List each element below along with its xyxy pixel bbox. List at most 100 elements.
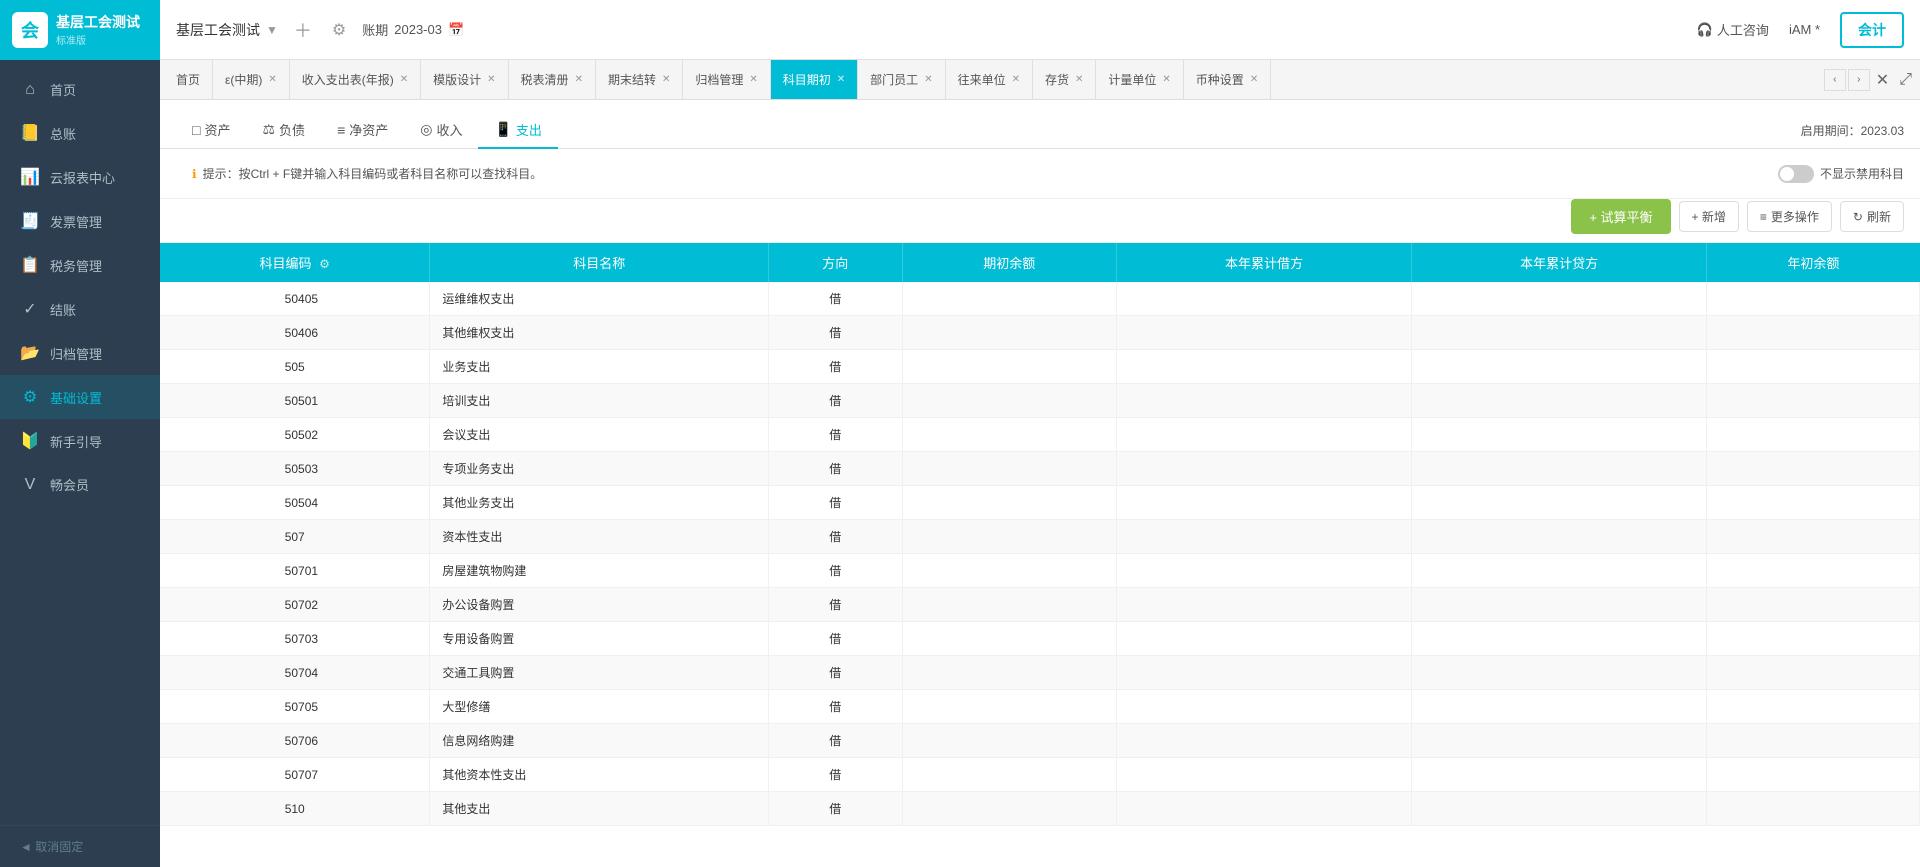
cell-year-bal-5 [1707, 452, 1920, 486]
col-settings-icon[interactable]: ⚙ [319, 257, 330, 271]
tab-close-currency[interactable]: ✕ [1250, 74, 1258, 85]
cell-name-11: 交通工具购置 [430, 656, 769, 690]
tab-units[interactable]: 往来单位✕ [946, 60, 1033, 100]
sidebar-item-guide[interactable]: 🔰新手引导 [0, 419, 160, 463]
table-row[interactable]: 50405 运维维权支出 借 [160, 282, 1920, 316]
cell-credit-5 [1412, 452, 1707, 486]
tab-dept[interactable]: 部门员工✕ [858, 60, 945, 100]
tab-close-template[interactable]: ✕ [487, 74, 495, 85]
refresh-icon: ↻ [1853, 210, 1863, 224]
tabs-next-button[interactable]: › [1848, 69, 1870, 91]
tabs-nav: ‹ › ✕ ⤢ [1820, 69, 1920, 91]
refresh-label: 刷新 [1867, 208, 1891, 225]
tab-close-archive[interactable]: ✕ [749, 74, 757, 85]
sidebar-item-tax[interactable]: 📋税务管理 [0, 243, 160, 287]
refresh-button[interactable]: ↻ 刷新 [1840, 201, 1904, 232]
period-value: 2023-03 [394, 22, 442, 37]
tabs-prev-button[interactable]: ‹ [1824, 69, 1846, 91]
help-button[interactable]: 🎧 人工咨询 [1697, 20, 1769, 39]
sidebar-item-ledger[interactable]: 📒总账 [0, 111, 160, 155]
cell-debit-8 [1116, 554, 1411, 588]
cell-credit-6 [1412, 486, 1707, 520]
tab-measure[interactable]: 计量单位✕ [1096, 60, 1183, 100]
sub-tab-label-liability: 负债 [279, 120, 305, 139]
tabs-expand-button[interactable]: ⤢ [1895, 71, 1916, 89]
add-button[interactable]: + 新增 [1679, 201, 1739, 232]
company-name: 基层工会测试 [176, 20, 260, 40]
topbar-add-icon[interactable]: ＋ [290, 13, 316, 47]
sub-tab-expense[interactable]: 📱支出 [478, 112, 557, 149]
table-row[interactable]: 50406 其他维权支出 借 [160, 316, 1920, 350]
sidebar-item-home[interactable]: ⌂首页 [0, 68, 160, 111]
cell-name-13: 信息网络购建 [430, 724, 769, 758]
table-row[interactable]: 50504 其他业务支出 借 [160, 486, 1920, 520]
tab-archive[interactable]: 归档管理✕ [683, 60, 770, 100]
table-row[interactable]: 50707 其他资本性支出 借 [160, 758, 1920, 792]
tab-close-dept[interactable]: ✕ [924, 74, 932, 85]
cell-debit-6 [1116, 486, 1411, 520]
sub-tab-income[interactable]: ◎收入 [404, 112, 478, 149]
table-row[interactable]: 50502 会议支出 借 [160, 418, 1920, 452]
nav-icon-archive: 📂 [20, 343, 40, 363]
topbar-settings-icon[interactable]: ⚙ [328, 16, 350, 44]
account-button[interactable]: 会计 [1840, 12, 1904, 48]
table-row[interactable]: 50501 培训支出 借 [160, 384, 1920, 418]
sidebar-item-member[interactable]: V畅会员 [0, 463, 160, 506]
calc-balance-button[interactable]: + 试算平衡 [1571, 199, 1670, 234]
tab-close-income_report[interactable]: ✕ [400, 74, 408, 85]
tab-home[interactable]: 首页 [164, 60, 213, 100]
cell-balance-11 [902, 656, 1116, 690]
cell-name-0: 运维维权支出 [430, 282, 769, 316]
tabs-close-all-button[interactable]: ✕ [1872, 70, 1893, 90]
tab-tax_clear[interactable]: 税表清册✕ [509, 60, 596, 100]
tab-close-measure[interactable]: ✕ [1162, 74, 1170, 85]
sidebar-item-close[interactable]: ✓结账 [0, 287, 160, 331]
sidebar-item-reports[interactable]: 📊云报表中心 [0, 155, 160, 199]
period-calendar-icon[interactable]: 📅 [448, 22, 464, 38]
cell-name-2: 业务支出 [430, 350, 769, 384]
cell-debit-0 [1116, 282, 1411, 316]
table-row[interactable]: 50503 专项业务支出 借 [160, 452, 1920, 486]
cell-dir-2: 借 [769, 350, 903, 384]
tab-close-inventory[interactable]: ✕ [1075, 74, 1083, 85]
sub-tab-liability[interactable]: ⚖负债 [246, 112, 321, 149]
tab-period_end[interactable]: 期末结转 ✕ [596, 60, 683, 100]
tab-subject_init[interactable]: 科目期初✕ [771, 60, 858, 100]
sidebar-item-invoice[interactable]: 🧾发票管理 [0, 199, 160, 243]
table-row[interactable]: 510 其他支出 借 [160, 792, 1920, 826]
cell-balance-4 [902, 418, 1116, 452]
table-row[interactable]: 50701 房屋建筑物购建 借 [160, 554, 1920, 588]
sub-tab-label-assets: 资产 [204, 120, 230, 139]
col-header-1: 科目名称 [430, 243, 769, 282]
table-row[interactable]: 50704 交通工具购置 借 [160, 656, 1920, 690]
table-row[interactable]: 507 资本性支出 借 [160, 520, 1920, 554]
toggle-switch[interactable] [1778, 165, 1814, 183]
tab-close-period_end[interactable]: ✕ [662, 74, 670, 85]
tab-inventory[interactable]: 存货✕ [1033, 60, 1096, 100]
sidebar-footer[interactable]: ◄ 取消固定 [0, 825, 160, 867]
more-button[interactable]: ≡ 更多操作 [1747, 201, 1832, 232]
sidebar-item-archive[interactable]: 📂归档管理 [0, 331, 160, 375]
table-row[interactable]: 50703 专用设备购置 借 [160, 622, 1920, 656]
tab-template[interactable]: 模版设计✕ [421, 60, 508, 100]
cell-credit-14 [1412, 758, 1707, 792]
company-dropdown-icon[interactable]: ▼ [266, 23, 278, 37]
sub-tab-equity[interactable]: ≡净资产 [321, 112, 404, 149]
tab-currency[interactable]: 币种设置✕ [1184, 60, 1271, 100]
sidebar-item-settings[interactable]: ⚙基础设置 [0, 375, 160, 419]
table-row[interactable]: 50702 办公设备购置 借 [160, 588, 1920, 622]
cell-debit-11 [1116, 656, 1411, 690]
sub-tab-label-income: 收入 [436, 120, 462, 139]
tab-label-period_end: 期末结转 [608, 71, 656, 88]
table-row[interactable]: 50706 信息网络购建 借 [160, 724, 1920, 758]
cell-code-5: 50503 [160, 452, 430, 486]
table-row[interactable]: 505 业务支出 借 [160, 350, 1920, 384]
tab-close-tax_clear[interactable]: ✕ [575, 74, 583, 85]
tab-close-subject_init[interactable]: ✕ [837, 74, 845, 85]
tab-close-units[interactable]: ✕ [1012, 74, 1020, 85]
sub-tab-assets[interactable]: □资产 [176, 112, 246, 149]
table-row[interactable]: 50705 大型修缮 借 [160, 690, 1920, 724]
tab-income_report[interactable]: 收入支出表(年报)✕ [290, 60, 421, 100]
tab-mid[interactable]: ε(中期)✕ [213, 60, 290, 100]
tab-close-mid[interactable]: ✕ [268, 74, 276, 85]
